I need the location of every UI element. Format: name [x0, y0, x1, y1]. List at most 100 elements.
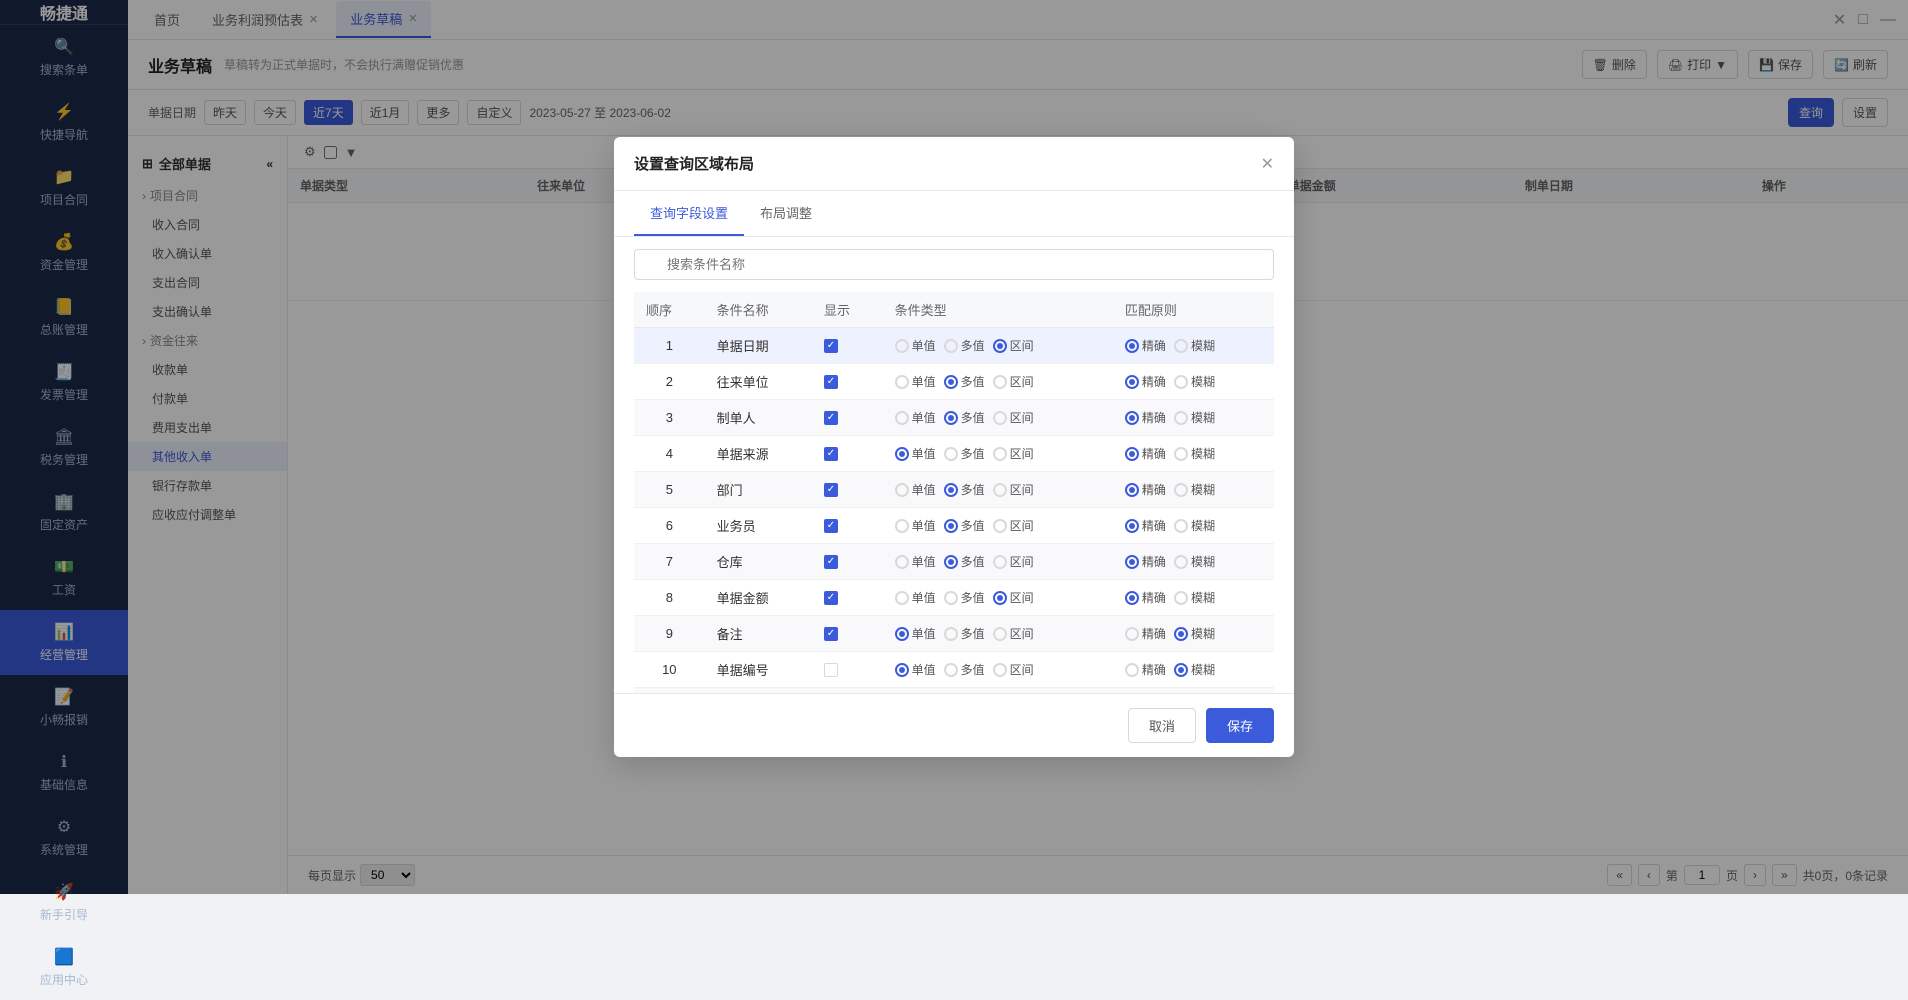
type-range-radio[interactable]: 区间 [993, 445, 1034, 462]
dialog-search: 🔍 [614, 237, 1294, 292]
type-multi-radio[interactable]: 多值 [944, 337, 985, 354]
col-order: 顺序 [634, 292, 705, 328]
type-single-radio[interactable]: 单值 [895, 517, 936, 534]
type-multi-radio[interactable]: 多值 [944, 445, 985, 462]
cell-order: 10 [634, 652, 705, 688]
cell-match: 精确 模糊 [1113, 652, 1274, 688]
type-multi-radio[interactable]: 多值 [944, 409, 985, 426]
dialog-search-input[interactable] [634, 249, 1274, 280]
type-single-radio[interactable]: 单值 [895, 445, 936, 462]
cell-order: 2 [634, 364, 705, 400]
match-exact-radio[interactable]: 精确 [1125, 337, 1166, 354]
cell-show[interactable] [812, 616, 883, 652]
type-single-radio[interactable]: 单值 [895, 373, 936, 390]
dialog-body: 查询字段设置 布局调整 🔍 顺序 条件名称 显示 [614, 191, 1294, 693]
cell-show[interactable] [812, 436, 883, 472]
dialog-close-button[interactable]: ✕ [1261, 154, 1274, 174]
tab-layout-adjust[interactable]: 布局调整 [744, 191, 828, 236]
match-exact-radio[interactable]: 精确 [1125, 445, 1166, 462]
type-single-radio[interactable]: 单值 [895, 337, 936, 354]
type-range-radio[interactable]: 区间 [993, 373, 1034, 390]
type-range-radio[interactable]: 区间 [993, 589, 1034, 606]
match-exact-radio[interactable]: 精确 [1125, 589, 1166, 606]
cell-match: 精确 模糊 [1113, 472, 1274, 508]
match-exact-radio[interactable]: 精确 [1125, 373, 1166, 390]
type-single-radio[interactable]: 单值 [895, 661, 936, 678]
col-match: 匹配原则 [1113, 292, 1274, 328]
show-checkbox[interactable] [824, 555, 838, 569]
cell-match: 精确 模糊 [1113, 364, 1274, 400]
cell-show[interactable] [812, 328, 883, 364]
show-checkbox[interactable] [824, 447, 838, 461]
type-multi-radio[interactable]: 多值 [944, 481, 985, 498]
type-single-radio[interactable]: 单值 [895, 409, 936, 426]
dialog: 设置查询区域布局 ✕ 查询字段设置 布局调整 🔍 [614, 137, 1294, 757]
match-exact-radio[interactable]: 精确 [1125, 517, 1166, 534]
cell-type: 单值 多值 区间 [883, 544, 1113, 580]
type-multi-radio[interactable]: 多值 [944, 373, 985, 390]
type-range-radio[interactable]: 区间 [993, 661, 1034, 678]
show-checkbox[interactable] [824, 339, 838, 353]
match-fuzzy-radio[interactable]: 模糊 [1174, 337, 1215, 354]
match-fuzzy-radio[interactable]: 模糊 [1174, 409, 1215, 426]
cell-name: 单据编号 [705, 652, 812, 688]
cell-show[interactable] [812, 652, 883, 688]
show-checkbox-empty[interactable] [824, 663, 838, 677]
type-range-radio[interactable]: 区间 [993, 517, 1034, 534]
cancel-button[interactable]: 取消 [1128, 708, 1196, 743]
type-range-radio[interactable]: 区间 [993, 481, 1034, 498]
type-multi-radio[interactable]: 多值 [944, 625, 985, 642]
type-multi-radio[interactable]: 多值 [944, 517, 985, 534]
cell-match: 精确 模糊 [1113, 328, 1274, 364]
match-exact-radio[interactable]: 精确 [1125, 481, 1166, 498]
dialog-save-button[interactable]: 保存 [1206, 708, 1274, 743]
cell-show[interactable] [812, 364, 883, 400]
type-multi-radio[interactable]: 多值 [944, 661, 985, 678]
cell-show[interactable] [812, 400, 883, 436]
type-multi-radio[interactable]: 多值 [944, 589, 985, 606]
match-exact-radio[interactable]: 精确 [1125, 409, 1166, 426]
type-single-radio[interactable]: 单值 [895, 625, 936, 642]
table-row: 5 部门 单值 多值 区间 [634, 472, 1274, 508]
table-row: 3 制单人 单值 多值 区间 [634, 400, 1274, 436]
sidebar-item-app-center[interactable]: 🟦 应用中心 [0, 935, 128, 1000]
type-range-radio[interactable]: 区间 [993, 625, 1034, 642]
type-range-radio[interactable]: 区间 [993, 409, 1034, 426]
match-fuzzy-radio[interactable]: 模糊 [1174, 553, 1215, 570]
table-row: 7 仓库 单值 多值 区间 [634, 544, 1274, 580]
type-multi-radio[interactable]: 多值 [944, 553, 985, 570]
type-single-radio[interactable]: 单值 [895, 481, 936, 498]
cell-match: 精确 模糊 [1113, 400, 1274, 436]
cell-order: 5 [634, 472, 705, 508]
table-row: 9 备注 单值 多值 区间 [634, 616, 1274, 652]
show-checkbox[interactable] [824, 519, 838, 533]
match-exact-radio[interactable]: 精确 [1125, 553, 1166, 570]
show-checkbox[interactable] [824, 483, 838, 497]
cell-show[interactable] [812, 544, 883, 580]
match-exact-radio[interactable]: 精确 [1125, 625, 1166, 642]
match-fuzzy-radio[interactable]: 模糊 [1174, 625, 1215, 642]
cell-show[interactable] [812, 580, 883, 616]
cell-match: 精确 模糊 [1113, 616, 1274, 652]
cell-show[interactable] [812, 508, 883, 544]
match-exact-radio[interactable]: 精确 [1125, 661, 1166, 678]
match-fuzzy-radio[interactable]: 模糊 [1174, 481, 1215, 498]
type-single-radio[interactable]: 单值 [895, 589, 936, 606]
cell-show[interactable] [812, 472, 883, 508]
match-fuzzy-radio[interactable]: 模糊 [1174, 517, 1215, 534]
cell-name: 单据日期 [705, 328, 812, 364]
match-fuzzy-radio[interactable]: 模糊 [1174, 589, 1215, 606]
tab-query-fields[interactable]: 查询字段设置 [634, 191, 744, 236]
dialog-overlay: 设置查询区域布局 ✕ 查询字段设置 布局调整 🔍 [0, 0, 1908, 894]
show-checkbox[interactable] [824, 627, 838, 641]
dialog-footer: 取消 保存 [614, 693, 1294, 757]
type-range-radio[interactable]: 区间 [993, 337, 1034, 354]
show-checkbox[interactable] [824, 591, 838, 605]
match-fuzzy-radio[interactable]: 模糊 [1174, 373, 1215, 390]
match-fuzzy-radio[interactable]: 模糊 [1174, 661, 1215, 678]
match-fuzzy-radio[interactable]: 模糊 [1174, 445, 1215, 462]
type-single-radio[interactable]: 单值 [895, 553, 936, 570]
show-checkbox[interactable] [824, 375, 838, 389]
show-checkbox[interactable] [824, 411, 838, 425]
type-range-radio[interactable]: 区间 [993, 553, 1034, 570]
